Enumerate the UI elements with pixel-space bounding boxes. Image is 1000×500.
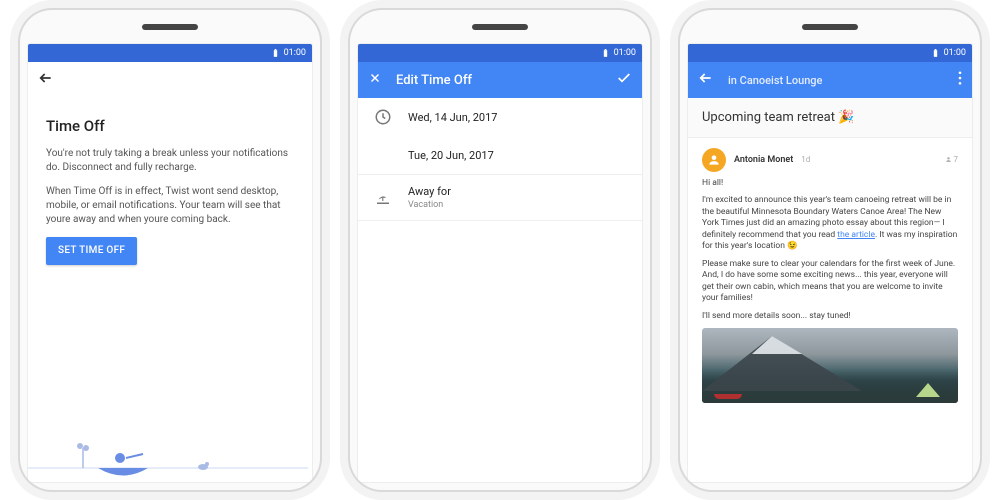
appbar: in Canoeist Lounge [688, 62, 972, 98]
battery-icon [271, 49, 280, 58]
close-icon[interactable] [368, 71, 382, 89]
appbar: Edit Time Off [358, 62, 642, 98]
post-paragraph-3: I'll send more details soon... stay tune… [702, 311, 958, 322]
spacer [374, 146, 392, 164]
status-time: 01:00 [614, 48, 636, 58]
reply-count: 7 [945, 155, 959, 166]
end-date-value: Tue, 20 Jun, 2017 [408, 149, 494, 162]
body-text-2: When Time Off is in effect, Twist wont s… [46, 185, 294, 227]
screen-3: 01:00 in Canoeist Lounge Upcoming team r… [688, 44, 972, 482]
phone-3: 01:00 in Canoeist Lounge Upcoming team r… [680, 10, 980, 490]
status-time: 01:00 [944, 48, 966, 58]
body-text-1: You're not truly taking a break unless y… [46, 147, 294, 175]
divider [358, 220, 642, 221]
clock-icon [374, 108, 392, 126]
screen-1: 01:00 Time Off You're not truly taking a… [28, 44, 312, 482]
status-time: 01:00 [284, 48, 306, 58]
post-greeting: Hi all! [702, 178, 958, 189]
article-link[interactable]: the article [837, 230, 875, 240]
start-date-row[interactable]: Wed, 14 Jun, 2017 [358, 98, 642, 136]
post-time: 1d [801, 155, 810, 166]
thread-title: Upcoming team retreat 🎉 [688, 98, 972, 138]
back-icon[interactable] [698, 70, 714, 90]
phone-2: 01:00 Edit Time Off Wed, 14 Jun, 2017 Tu… [350, 10, 650, 490]
confirm-icon[interactable] [616, 70, 632, 90]
battery-icon [931, 49, 940, 58]
away-label: Away for [408, 185, 451, 198]
battery-icon [601, 49, 610, 58]
status-bar: 01:00 [688, 44, 972, 62]
appbar-title: in Canoeist Lounge [728, 74, 944, 87]
avatar[interactable] [702, 148, 726, 172]
status-bar: 01:00 [28, 44, 312, 62]
away-value: Vacation [408, 200, 451, 210]
content: Time Off You're not truly taking a break… [28, 98, 312, 482]
appbar-title: Edit Time Off [396, 73, 602, 88]
status-bar: 01:00 [358, 44, 642, 62]
phone-speaker [472, 24, 528, 30]
page-title: Time Off [46, 116, 294, 137]
post: Antonia Monet 1d 7 Hi all! I'm excited t… [688, 138, 972, 413]
post-paragraph-1: I'm excited to announce this year's team… [702, 195, 958, 252]
phone-speaker [802, 24, 858, 30]
back-icon[interactable] [38, 70, 54, 90]
end-date-row[interactable]: Tue, 20 Jun, 2017 [358, 136, 642, 174]
appbar [28, 62, 312, 98]
post-author: Antonia Monet [734, 154, 793, 166]
more-icon[interactable] [958, 71, 962, 89]
post-paragraph-2: Please make sure to clear your calendars… [702, 259, 958, 305]
screen-2: 01:00 Edit Time Off Wed, 14 Jun, 2017 Tu… [358, 44, 642, 482]
phone-1: 01:00 Time Off You're not truly taking a… [20, 10, 320, 490]
vacation-icon [374, 189, 392, 207]
start-date-value: Wed, 14 Jun, 2017 [408, 111, 497, 124]
away-for-row[interactable]: Away for Vacation [358, 175, 642, 220]
phone-speaker [142, 24, 198, 30]
post-image[interactable] [702, 328, 958, 403]
set-time-off-button[interactable]: SET TIME OFF [46, 237, 137, 265]
content: Wed, 14 Jun, 2017 Tue, 20 Jun, 2017 Away… [358, 98, 642, 221]
post-header: Antonia Monet 1d 7 [702, 148, 958, 172]
